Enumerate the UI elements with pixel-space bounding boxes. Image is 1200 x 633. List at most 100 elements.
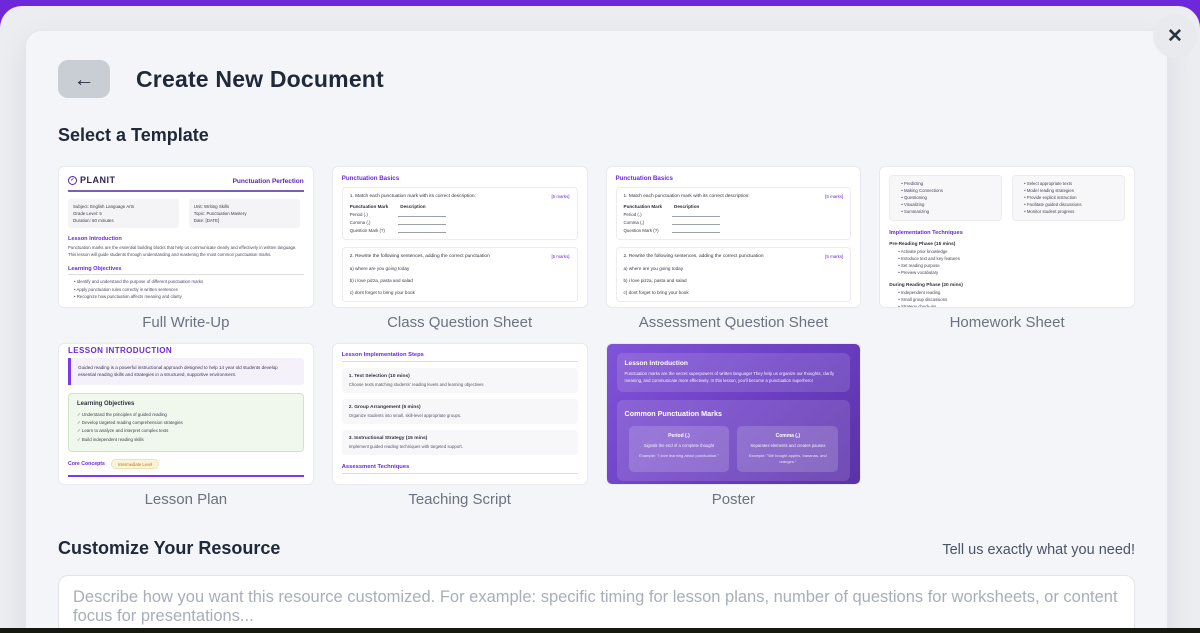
question-text: 2. Rewrite the following sentences, addi… [349, 254, 490, 259]
bullet-item: Activate prior knowledge [893, 249, 1125, 256]
col-header: Punctuation Mark [349, 204, 389, 209]
close-icon: ✕ [1167, 25, 1183, 47]
level-badge: Intermediate Level [110, 459, 160, 470]
bullet-item: Recognize how punctuation affects meanin… [68, 293, 304, 300]
question-item: a) where are you going today [623, 266, 684, 271]
bullet-item: Making Connections [896, 188, 995, 195]
step-body: Organize students into small, skill-leve… [348, 413, 462, 418]
phase-items: Independent reading Small group discussi… [889, 290, 1125, 307]
bullet-item: Model reading strategies [1019, 188, 1118, 195]
question-block: 2. Rewrite the following sentences, addi… [615, 247, 852, 302]
question-block: 1. Match each punctuation mark with its … [341, 187, 578, 240]
poster-mark-card: Comma (,) Separates elements and creates… [737, 425, 839, 473]
step-title: 1. Text Selection (10 mins) [348, 374, 410, 379]
question-item: b) i love pizza, pasta and salad [623, 278, 687, 283]
bullet-item: Set reading purpose [893, 263, 1125, 270]
template-label: Homework Sheet [949, 314, 1065, 331]
table-row: Comma (,) [624, 220, 844, 225]
meta-box-right: Unit: Writing Skills Topic: Punctuation … [188, 199, 300, 229]
question-text: 1. Match each punctuation mark with its … [623, 194, 750, 199]
bullet-item: Small group discussions [893, 297, 1125, 304]
mark-name: Comma (,) [775, 432, 801, 439]
marks-label: [5 marks] [551, 194, 570, 199]
question-text: 2. Rewrite the following sentences, addi… [623, 254, 764, 259]
objective-item: Understand the principles of guided read… [77, 411, 295, 419]
preview-heading: Punctuation Basics [341, 175, 400, 182]
poster-heading: Lesson Introduction [624, 360, 688, 367]
template-card-lesson-plan[interactable]: LESSON INTRODUCTION Guided reading is a … [58, 343, 314, 508]
question-items: a) where are you going today b) i love p… [350, 266, 570, 295]
bottom-edge-bar [0, 628, 1200, 633]
meta-line: Topic: Punctuation Mastery [193, 211, 247, 217]
bullet-item: Strategy check-ins [893, 304, 1125, 307]
strategy-box-left: Predicting Making Connections Questionin… [889, 175, 1003, 222]
modal-header: ← Create New Document [58, 59, 1135, 99]
strategy-boxes: Predicting Making Connections Questionin… [889, 175, 1125, 222]
match-table: Punctuation Mark Description Period (.) … [624, 204, 844, 233]
template-preview-teaching-script: Lesson Implementation Steps 1. Text Sele… [331, 343, 588, 485]
question-block: 1. Match each punctuation mark with its … [615, 187, 852, 240]
poster-paragraph: Punctuation marks are the secret superpo… [624, 371, 835, 383]
template-preview-assessment-question-sheet: Punctuation Basics 1. Match each punctua… [605, 166, 862, 308]
preview-heading: Assessment Techniques [341, 464, 578, 474]
answer-blank [397, 213, 446, 217]
step-body: Choose texts matching students' reading … [348, 382, 484, 387]
match-table: Punctuation Mark Description Period (.) … [350, 204, 570, 233]
mark-name: Question Mark (?) [349, 228, 385, 233]
objectives-list: Understand the principles of guided read… [77, 411, 295, 444]
core-concepts-label: Core Concepts [68, 461, 105, 468]
step-title: 2. Group Arrangement (5 mins) [348, 405, 421, 410]
template-card-poster[interactable]: Lesson Introduction Punctuation marks ar… [605, 343, 862, 508]
template-card-full-write-up[interactable]: ✓ PLANIT Punctuation Perfection Subject:… [58, 166, 314, 331]
objective-item: Build independent reading skills [77, 436, 295, 444]
question-items: a) where are you going today b) i love p… [624, 266, 844, 295]
bullet-item: Select appropriate texts [1019, 181, 1118, 188]
divider [68, 475, 304, 478]
poster-mark-card: Period (.) Signals the end of a complete… [628, 425, 730, 473]
customize-header-row: Customize Your Resource Tell us exactly … [58, 538, 1135, 559]
preview-paragraph: Punctuation marks are the essential buil… [68, 245, 297, 257]
mark-name: Comma (,) [349, 220, 371, 225]
preview-section-heading: Lesson Introduction [68, 236, 122, 243]
mark-name: Period (.) [668, 432, 690, 439]
step-title: 3. Instructional Strategy (15 mins) [348, 436, 428, 441]
preview-doc-title: Punctuation Perfection [232, 178, 304, 185]
question-row: 1. Match each punctuation mark with its … [624, 194, 844, 199]
preview-doc-header: ✓ PLANIT Punctuation Perfection [68, 175, 304, 185]
intro-callout: Guided reading is a powerful instruction… [68, 358, 304, 385]
phase-title: Pre-Reading Phase (15 mins) [889, 242, 956, 248]
close-button[interactable]: ✕ [1153, 14, 1197, 58]
col-header: Description [674, 204, 700, 209]
customize-input[interactable] [58, 575, 1135, 633]
preview-section-heading: Learning Objectives [68, 266, 304, 276]
preview-bullets: Identify and understand the purpose of d… [68, 278, 304, 300]
divider [68, 190, 304, 192]
question-block: 2. Rewrite the following sentences, addi… [341, 247, 578, 302]
preview-heading: Punctuation Basics [615, 175, 673, 182]
template-card-homework-sheet[interactable]: Predicting Making Connections Questionin… [879, 166, 1135, 331]
preview-heading: LESSON INTRODUCTION [68, 346, 173, 355]
question-item: b) i love pizza, pasta and salad [349, 278, 413, 283]
template-card-class-question-sheet[interactable]: Punctuation Basics 1. Match each punctua… [331, 166, 588, 331]
step-block: 1. Text Selection (10 mins) Choose texts… [341, 368, 578, 393]
poster-marks-box: Common Punctuation Marks Period (.) Sign… [616, 399, 851, 482]
mark-name: Question Mark (?) [623, 228, 659, 233]
objectives-heading: Learning Objectives [77, 400, 135, 407]
select-template-heading: Select a Template [58, 125, 209, 145]
bullet-item: Summarizing [896, 209, 995, 216]
meta-line: Date: [DATE] [193, 218, 220, 224]
bullet-item: Identify and understand the purpose of d… [68, 278, 304, 285]
step-block: 3. Instructional Strategy (15 mins) Impl… [341, 430, 578, 455]
marks-label: [5 marks] [825, 194, 844, 199]
back-button[interactable]: ← [58, 60, 110, 98]
step-block: 2. Group Arrangement (5 mins) Organize s… [341, 399, 578, 424]
template-label: Lesson Plan [144, 491, 228, 508]
template-card-assessment-question-sheet[interactable]: Punctuation Basics 1. Match each punctua… [605, 166, 862, 331]
question-item: a) where are you going today [349, 266, 410, 271]
template-preview-full-write-up: ✓ PLANIT Punctuation Perfection Subject:… [58, 166, 314, 308]
template-card-teaching-script[interactable]: Lesson Implementation Steps 1. Text Sele… [331, 343, 588, 508]
objective-item: Develop targeted reading comprehension s… [77, 419, 295, 427]
question-row: 2. Rewrite the following sentences, addi… [350, 254, 570, 259]
poster-heading: Common Punctuation Marks [624, 408, 722, 418]
phase-items: Activate prior knowledge Introduce text … [889, 249, 1125, 277]
